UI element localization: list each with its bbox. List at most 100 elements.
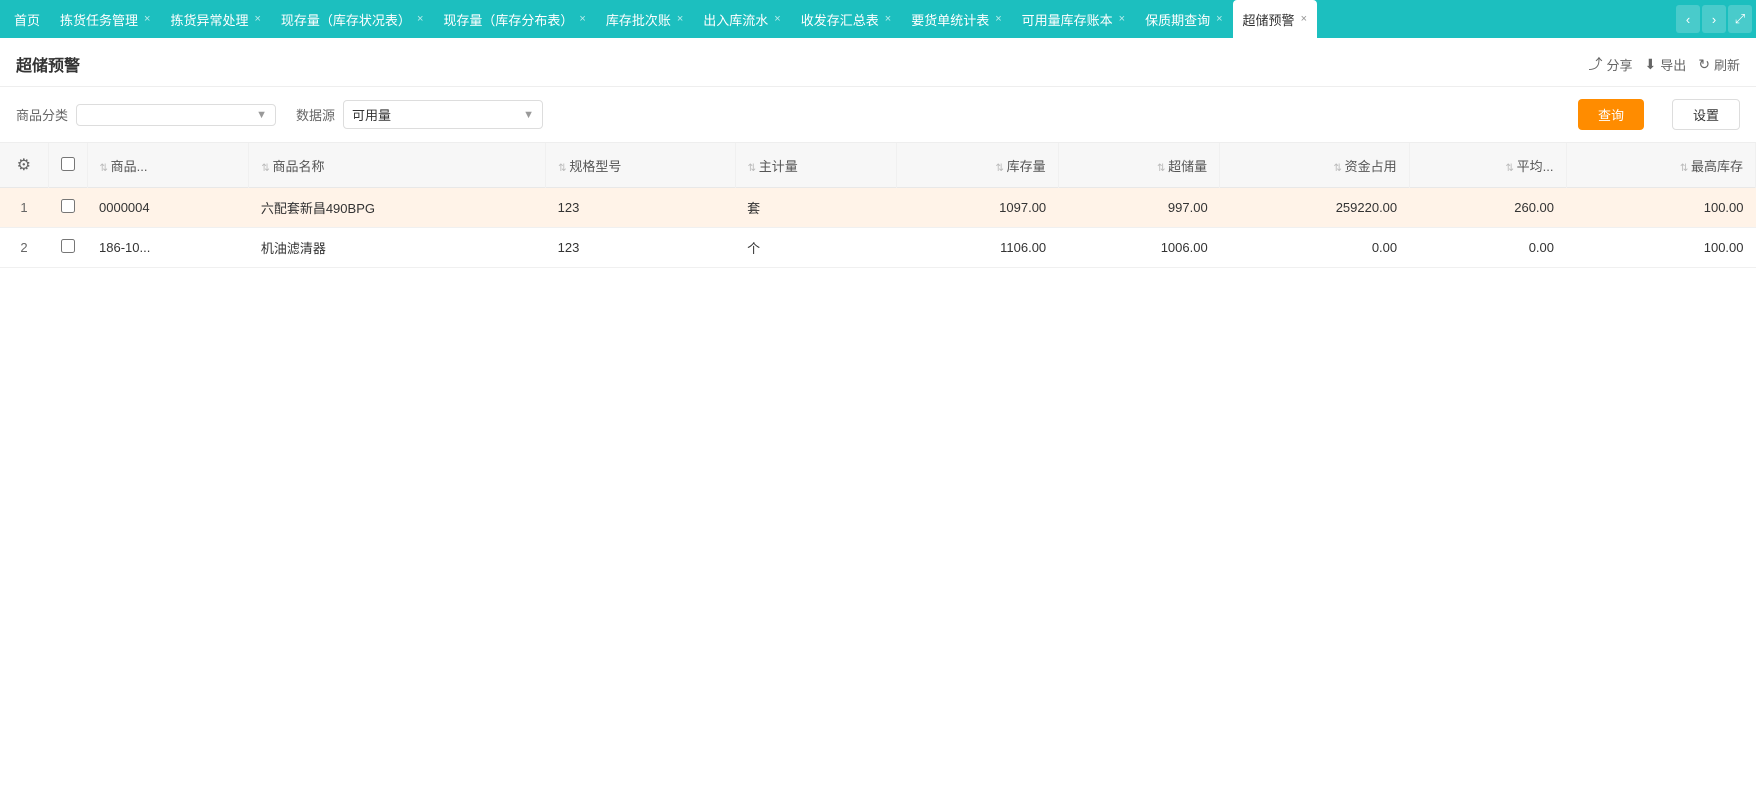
table-row: 1 0000004六配套新昌490BPG123套1097.00997.002592… (0, 188, 1756, 228)
main-content: 超储预警 ⤴ 分享 ⬇ 导出 ↻ 刷新 商品分类 ▼ 数据源 (0, 38, 1756, 800)
select-all-checkbox[interactable] (61, 157, 75, 171)
th-unit[interactable]: ⇅ 主计量 (735, 143, 897, 188)
td-index-1: 2 (0, 228, 48, 268)
th-product-code[interactable]: ⇅ 商品... (87, 143, 249, 188)
nav-item-6[interactable]: 出入库流水× (693, 0, 790, 38)
th-spec[interactable]: ⇅ 规格型号 (546, 143, 735, 188)
nav-item-11[interactable]: 超储预警× (1233, 0, 1317, 38)
td-spec-1: 123 (546, 228, 735, 268)
nav-item-4[interactable]: 现存量（库存分布表）× (433, 0, 595, 38)
refresh-label: 刷新 (1714, 55, 1740, 74)
th-max-stock[interactable]: ⇅ 最高库存 (1566, 143, 1756, 188)
td-check-1[interactable] (48, 228, 87, 268)
page-title: 超储预警 (16, 52, 80, 76)
td-index-0: 1 (0, 188, 48, 228)
td-product-code-0: 0000004 (87, 188, 249, 228)
td-product-code-1: 186-10... (87, 228, 249, 268)
sort-icon: ⇅ (1333, 163, 1344, 174)
nav-item-2[interactable]: 拣货异常处理× (160, 0, 270, 38)
th-settings: ⚙ (0, 143, 48, 188)
nav-item-10[interactable]: 保质期查询× (1135, 0, 1232, 38)
nav-arrows: ‹ › ⤢ (1676, 5, 1752, 33)
nav-item-7[interactable]: 收发存汇总表× (791, 0, 901, 38)
th-overstock[interactable]: ⇅ 超储量 (1058, 143, 1220, 188)
td-check-0[interactable] (48, 188, 87, 228)
close-icon-6[interactable]: × (774, 13, 780, 25)
refresh-icon: ↻ (1698, 56, 1710, 73)
nav-prev-button[interactable]: ‹ (1676, 5, 1700, 33)
th-stock[interactable]: ⇅ 库存量 (897, 143, 1059, 188)
close-icon-2[interactable]: × (254, 13, 260, 25)
nav-item-5[interactable]: 库存批次账× (596, 0, 693, 38)
sort-icon: ⇅ (995, 163, 1006, 174)
sort-icon: ⇅ (100, 163, 111, 174)
page-header: 超储预警 ⤴ 分享 ⬇ 导出 ↻ 刷新 (0, 38, 1756, 87)
share-icon: ⤴ (1588, 54, 1602, 74)
gear-icon-button[interactable]: ⚙ (15, 153, 33, 177)
data-source-label: 数据源 (296, 105, 335, 124)
share-label: 分享 (1606, 55, 1632, 74)
nav-item-8[interactable]: 要货单统计表× (901, 0, 1011, 38)
data-source-select[interactable]: 可用量 ▼ (343, 100, 543, 129)
filter-area: 商品分类 ▼ 数据源 可用量 ▼ 查询 设置 (0, 87, 1756, 143)
sort-icon: ⇅ (1157, 163, 1168, 174)
product-category-group: 商品分类 ▼ (16, 104, 276, 126)
row-checkbox-1[interactable] (61, 239, 75, 253)
settings-button[interactable]: 设置 (1672, 99, 1740, 130)
close-icon-10[interactable]: × (1216, 13, 1222, 25)
close-icon-9[interactable]: × (1119, 13, 1125, 25)
data-source-value: 可用量 (352, 105, 519, 124)
close-icon-1[interactable]: × (144, 13, 150, 25)
close-icon-7[interactable]: × (885, 13, 891, 25)
row-checkbox-0[interactable] (61, 199, 75, 213)
export-label: 导出 (1660, 55, 1686, 74)
nav-expand-button[interactable]: ⤢ (1728, 5, 1752, 33)
close-icon-11[interactable]: × (1301, 13, 1307, 25)
td-unit-1: 个 (735, 228, 897, 268)
th-avg[interactable]: ⇅ 平均... (1409, 143, 1566, 188)
nav-item-3[interactable]: 现存量（库存状况表）× (271, 0, 433, 38)
product-category-label: 商品分类 (16, 105, 68, 124)
table-container: ⚙ ⇅ 商品... ⇅ 商品名称 ⇅ 规格型号 (0, 143, 1756, 268)
query-button[interactable]: 查询 (1578, 99, 1644, 130)
close-icon-3[interactable]: × (417, 13, 423, 25)
nav-item-0[interactable]: 首页 (4, 0, 50, 38)
td-stock-1: 1106.00 (897, 228, 1059, 268)
sort-icon: ⇅ (1680, 163, 1691, 174)
td-max-stock-0: 100.00 (1566, 188, 1756, 228)
th-capital[interactable]: ⇅ 资金占用 (1220, 143, 1409, 188)
td-overstock-0: 997.00 (1058, 188, 1220, 228)
nav-item-9[interactable]: 可用量库存账本× (1012, 0, 1135, 38)
data-source-group: 数据源 可用量 ▼ (296, 100, 543, 129)
close-icon-8[interactable]: × (995, 13, 1001, 25)
chevron-down-icon: ▼ (256, 109, 267, 121)
nav-item-1[interactable]: 拣货任务管理× (50, 0, 160, 38)
export-action[interactable]: ⬇ 导出 (1645, 55, 1687, 74)
chevron-down-icon-2: ▼ (523, 109, 534, 121)
th-product-name[interactable]: ⇅ 商品名称 (249, 143, 546, 188)
top-navigation: 首页拣货任务管理×拣货异常处理×现存量（库存状况表）×现存量（库存分布表）×库存… (0, 0, 1756, 38)
close-icon-4[interactable]: × (579, 13, 585, 25)
td-capital-1: 0.00 (1220, 228, 1409, 268)
share-action[interactable]: ⤴ 分享 (1588, 54, 1632, 74)
td-product-name-0: 六配套新昌490BPG (249, 188, 546, 228)
td-capital-0: 259220.00 (1220, 188, 1409, 228)
td-product-name-1: 机油滤清器 (249, 228, 546, 268)
page-actions: ⤴ 分享 ⬇ 导出 ↻ 刷新 (1588, 54, 1740, 74)
sort-icon: ⇅ (1505, 163, 1516, 174)
td-overstock-1: 1006.00 (1058, 228, 1220, 268)
sort-icon: ⇅ (261, 163, 272, 174)
product-category-select[interactable]: ▼ (76, 104, 276, 126)
sort-icon: ⇅ (558, 163, 569, 174)
close-icon-5[interactable]: × (677, 13, 683, 25)
th-check (48, 143, 87, 188)
data-table: ⚙ ⇅ 商品... ⇅ 商品名称 ⇅ 规格型号 (0, 143, 1756, 268)
td-unit-0: 套 (735, 188, 897, 228)
td-spec-0: 123 (546, 188, 735, 228)
nav-next-button[interactable]: › (1702, 5, 1726, 33)
refresh-action[interactable]: ↻ 刷新 (1698, 55, 1740, 74)
td-stock-0: 1097.00 (897, 188, 1059, 228)
td-avg-0: 260.00 (1409, 188, 1566, 228)
td-avg-1: 0.00 (1409, 228, 1566, 268)
export-icon: ⬇ (1645, 56, 1657, 73)
